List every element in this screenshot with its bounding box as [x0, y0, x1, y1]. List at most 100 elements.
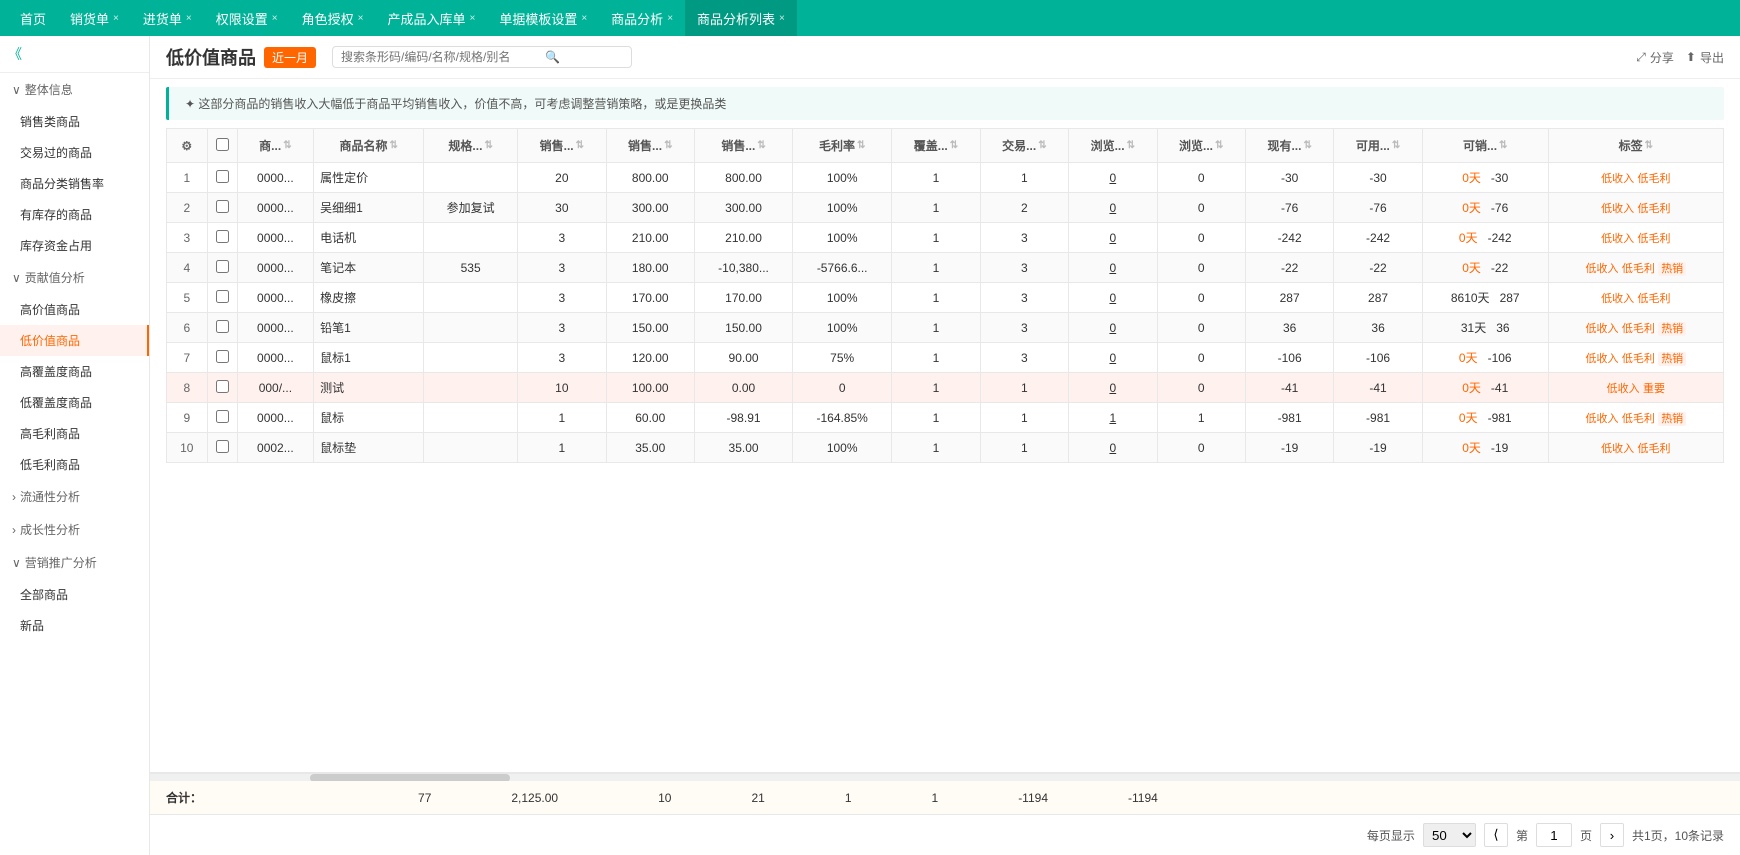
nav-permission-settings[interactable]: 权限设置 × [204, 0, 290, 36]
th-sellable[interactable]: 可销...⇅ [1422, 129, 1548, 163]
nav-sales-order[interactable]: 销货单 × [58, 0, 131, 36]
views1-link[interactable]: 0 [1109, 291, 1116, 305]
search-box: 🔍 [332, 46, 632, 68]
sidebar-item-traded-products[interactable]: 交易过的商品 [0, 137, 149, 168]
sort-icon: ⇅ [757, 140, 765, 151]
th-name[interactable]: 商品名称⇅ [314, 129, 424, 163]
th-settings[interactable]: ⚙ [167, 129, 208, 163]
sidebar-collapse-button[interactable]: 《 [8, 44, 22, 64]
sidebar-item-low-coverage[interactable]: 低覆盖度商品 [0, 387, 149, 418]
cell-sales-amount: 120.00 [606, 343, 694, 373]
th-sales-amount[interactable]: 销售...⇅ [606, 129, 694, 163]
row-checkbox[interactable] [216, 380, 229, 393]
sidebar-item-stock-fund[interactable]: 库存资金占用 [0, 230, 149, 261]
cell-checkbox [207, 373, 237, 403]
th-tags[interactable]: 标签⇅ [1548, 129, 1723, 163]
nav-home[interactable]: 首页 [8, 0, 58, 36]
select-all-checkbox[interactable] [216, 138, 229, 151]
th-views2[interactable]: 浏览...⇅ [1157, 129, 1245, 163]
export-button[interactable]: ⬆ 导出 [1686, 49, 1724, 66]
views1-link[interactable]: 0 [1109, 321, 1116, 335]
sidebar-group-contribution[interactable]: ∨ 贡献值分析 [0, 261, 149, 294]
sidebar-group-overview[interactable]: ∨ 整体信息 [0, 73, 149, 106]
th-code[interactable]: 商...⇅ [237, 129, 314, 163]
sidebar-item-stock-products[interactable]: 有库存的商品 [0, 199, 149, 230]
sidebar-item-category-sales-rate[interactable]: 商品分类销售率 [0, 168, 149, 199]
next-page-button[interactable]: › [1600, 823, 1624, 847]
cell-views1: 0 [1069, 193, 1157, 223]
th-sales-qty[interactable]: 销售...⇅ [518, 129, 606, 163]
time-tag[interactable]: 近一月 [264, 47, 316, 68]
row-checkbox[interactable] [216, 260, 229, 273]
views1-link[interactable]: 0 [1109, 351, 1116, 365]
th-available[interactable]: 可用...⇅ [1334, 129, 1422, 163]
per-page-select[interactable]: 50 100 [1423, 823, 1476, 847]
sidebar-group-marketing[interactable]: ∨ 营销推广分析 [0, 546, 149, 579]
sidebar-group-growth[interactable]: › 成长性分析 [0, 513, 149, 546]
views1-link[interactable]: 0 [1109, 381, 1116, 395]
views1-link[interactable]: 0 [1109, 201, 1116, 215]
sidebar-item-high-coverage[interactable]: 高覆盖度商品 [0, 356, 149, 387]
views1-link[interactable]: 0 [1109, 171, 1116, 185]
close-icon[interactable]: × [779, 13, 785, 24]
close-icon[interactable]: × [581, 13, 587, 24]
row-number: 2 [183, 201, 190, 215]
sidebar-group-circulation[interactable]: › 流通性分析 [0, 480, 149, 513]
nav-product-analysis-list[interactable]: 商品分析列表 × [685, 0, 797, 36]
row-checkbox[interactable] [216, 410, 229, 423]
views1-link[interactable]: 0 [1109, 441, 1116, 455]
th-current-stock[interactable]: 现有...⇅ [1245, 129, 1333, 163]
cell-transaction: 1 [980, 163, 1068, 193]
sidebar-item-new-products[interactable]: 新品 [0, 610, 149, 641]
nav-purchase-order[interactable]: 进货单 × [131, 0, 204, 36]
scrollbar-track[interactable] [150, 773, 1740, 781]
row-checkbox[interactable] [216, 440, 229, 453]
cell-coverage: 1 [892, 403, 980, 433]
nav-role-auth[interactable]: 角色授权 × [290, 0, 376, 36]
views1-link[interactable]: 1 [1109, 411, 1116, 425]
nav-product-analysis[interactable]: 商品分析 × [599, 0, 685, 36]
sort-icon: ⇅ [664, 140, 672, 151]
sort-icon: ⇅ [1499, 140, 1507, 151]
nav-finished-product[interactable]: 产成品入库单 × [375, 0, 487, 36]
th-margin-rate[interactable]: 毛利率⇅ [793, 129, 892, 163]
th-transaction[interactable]: 交易...⇅ [980, 129, 1068, 163]
page-number-input[interactable] [1536, 823, 1572, 847]
nav-template-settings[interactable]: 单据模板设置 × [487, 0, 599, 36]
close-icon[interactable]: × [113, 13, 119, 24]
views1-link[interactable]: 0 [1109, 231, 1116, 245]
cell-sales-cost: 35.00 [694, 433, 792, 463]
tag-label: 低收入 [1601, 203, 1634, 215]
cell-transaction: 1 [980, 433, 1068, 463]
close-icon[interactable]: × [272, 13, 278, 24]
sidebar-item-sales-products[interactable]: 销售类商品 [0, 106, 149, 137]
close-icon[interactable]: × [186, 13, 192, 24]
share-button[interactable]: ⤢ 分享 [1636, 49, 1674, 66]
row-checkbox[interactable] [216, 170, 229, 183]
row-checkbox[interactable] [216, 320, 229, 333]
sidebar-item-high-value[interactable]: 高价值商品 [0, 294, 149, 325]
row-checkbox[interactable] [216, 230, 229, 243]
th-coverage[interactable]: 覆盖...⇅ [892, 129, 980, 163]
close-icon[interactable]: × [667, 13, 673, 24]
row-checkbox[interactable] [216, 290, 229, 303]
th-spec[interactable]: 规格...⇅ [424, 129, 518, 163]
sidebar-item-all-products[interactable]: 全部商品 [0, 579, 149, 610]
first-page-button[interactable]: ⟨ [1484, 823, 1508, 847]
sidebar-item-low-value[interactable]: 低价值商品 [0, 325, 149, 356]
sidebar-item-high-margin[interactable]: 高毛利商品 [0, 418, 149, 449]
th-sales-cost[interactable]: 销售...⇅ [694, 129, 792, 163]
sidebar-item-low-margin[interactable]: 低毛利商品 [0, 449, 149, 480]
row-checkbox[interactable] [216, 200, 229, 213]
tag-label: 低收入 [1601, 233, 1634, 245]
views1-link[interactable]: 0 [1109, 261, 1116, 275]
settings-icon[interactable]: ⚙ [181, 139, 192, 153]
cell-sellable: 0天 -19 [1422, 433, 1548, 463]
tag-label: 低毛利 [1622, 413, 1655, 425]
close-icon[interactable]: × [358, 13, 364, 24]
close-icon[interactable]: × [469, 13, 475, 24]
cell-margin-rate: 100% [793, 163, 892, 193]
row-checkbox[interactable] [216, 350, 229, 363]
th-views1[interactable]: 浏览...⇅ [1069, 129, 1157, 163]
search-input[interactable] [341, 50, 541, 64]
